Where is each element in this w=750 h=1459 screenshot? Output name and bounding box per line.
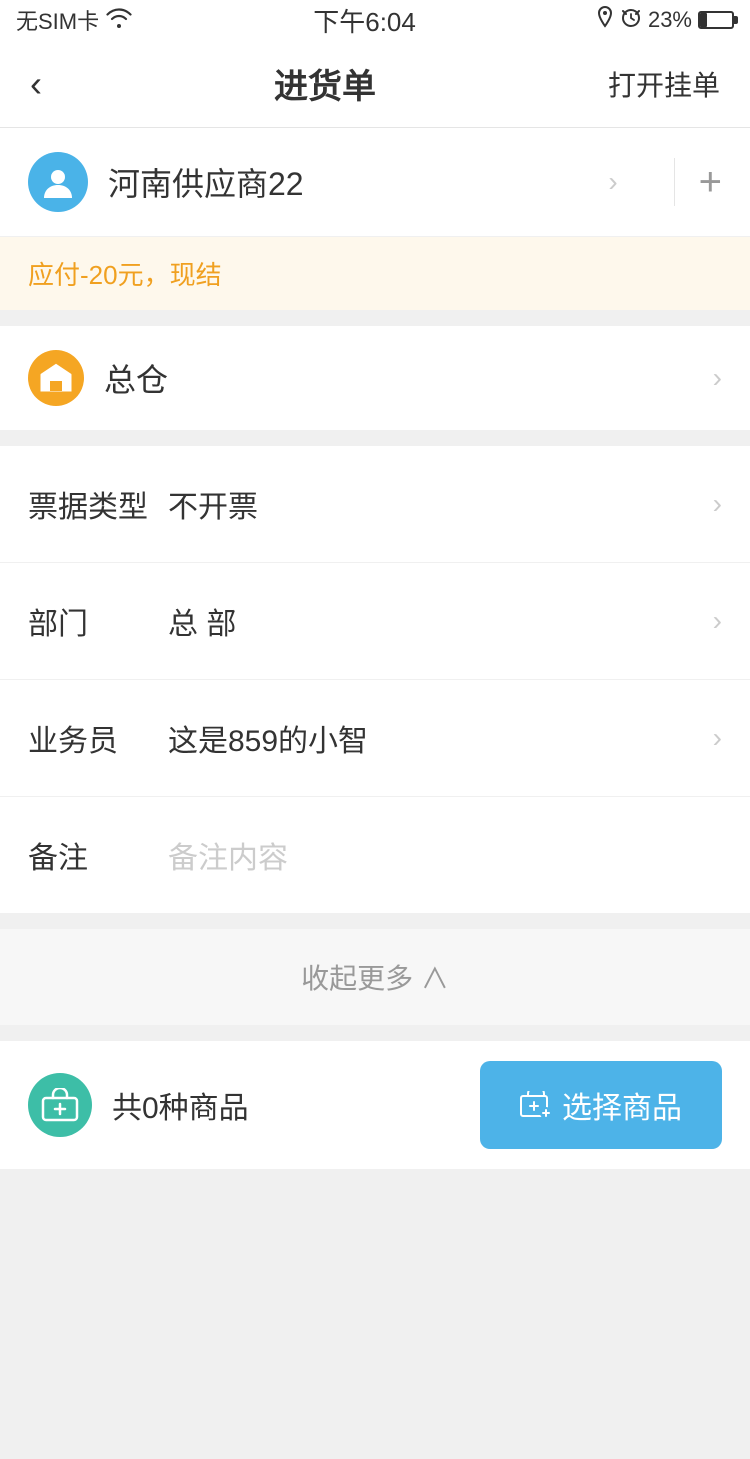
warehouse-name: 总仓 — [104, 355, 713, 401]
invoice-label: 票据类型 — [28, 482, 168, 526]
supplier-avatar — [28, 152, 88, 212]
alarm-icon — [620, 6, 642, 34]
warehouse-icon — [28, 350, 84, 406]
supplier-section: 河南供应商22 › + 应付-20元，现结 — [0, 128, 750, 310]
battery-icon — [698, 11, 734, 29]
supplier-row[interactable]: 河南供应商22 › + — [0, 128, 750, 237]
note-label: 备注 — [28, 833, 168, 877]
notice-text: 应付-20元，现结 — [28, 260, 222, 290]
dept-value: 总 部 — [168, 599, 713, 643]
status-right: 23% — [596, 6, 734, 34]
add-button[interactable]: + — [699, 162, 722, 202]
collapse-button[interactable]: 收起更多 ∧ — [0, 929, 750, 1025]
divider — [674, 158, 675, 206]
back-button[interactable]: ‹ — [30, 63, 42, 105]
battery-pct-label: 23% — [648, 7, 692, 33]
nav-bar: ‹ 进货单 打开挂单 — [0, 40, 750, 128]
status-left: 无SIM卡 — [16, 4, 133, 36]
staff-value: 这是859的小智 — [168, 716, 713, 760]
open-pending-button[interactable]: 打开挂单 — [608, 64, 720, 104]
select-product-button[interactable]: 选择商品 — [480, 1061, 722, 1149]
bottom-bar: 共0种商品 选择商品 — [0, 1041, 750, 1169]
dept-chevron-icon: › — [713, 605, 722, 637]
gray-area — [0, 1169, 750, 1459]
location-icon — [596, 6, 614, 34]
select-product-label: 选择商品 — [562, 1083, 682, 1127]
dept-label: 部门 — [28, 599, 168, 643]
staff-label: 业务员 — [28, 716, 168, 760]
warehouse-section[interactable]: 总仓 › — [0, 326, 750, 430]
supplier-chevron-icon: › — [608, 166, 617, 198]
page-title: 进货单 — [274, 59, 376, 108]
time-label: 下午6:04 — [313, 2, 416, 39]
invoice-value: 不开票 — [168, 482, 713, 526]
notice-bar: 应付-20元，现结 — [0, 237, 750, 310]
staff-chevron-icon: › — [713, 722, 722, 754]
warehouse-row[interactable]: 总仓 › — [0, 326, 750, 430]
form-section: 票据类型 不开票 › 部门 总 部 › 业务员 这是859的小智 › 备注 备注… — [0, 446, 750, 913]
note-row[interactable]: 备注 备注内容 — [0, 797, 750, 913]
content: 河南供应商22 › + 应付-20元，现结 总仓 › 票据类型 不开票 — [0, 128, 750, 1459]
signal-label: 无SIM卡 — [16, 4, 99, 36]
status-bar: 无SIM卡 下午6:04 23% — [0, 0, 750, 40]
staff-row[interactable]: 业务员 这是859的小智 › — [0, 680, 750, 797]
warehouse-chevron-icon: › — [713, 362, 722, 394]
product-count-label: 共0种商品 — [112, 1083, 460, 1127]
dept-row[interactable]: 部门 总 部 › — [0, 563, 750, 680]
note-input[interactable]: 备注内容 — [168, 833, 722, 877]
invoice-row[interactable]: 票据类型 不开票 › — [0, 446, 750, 563]
wifi-icon — [105, 6, 133, 34]
product-icon — [28, 1073, 92, 1137]
invoice-chevron-icon: › — [713, 488, 722, 520]
supplier-name: 河南供应商22 — [108, 159, 608, 205]
